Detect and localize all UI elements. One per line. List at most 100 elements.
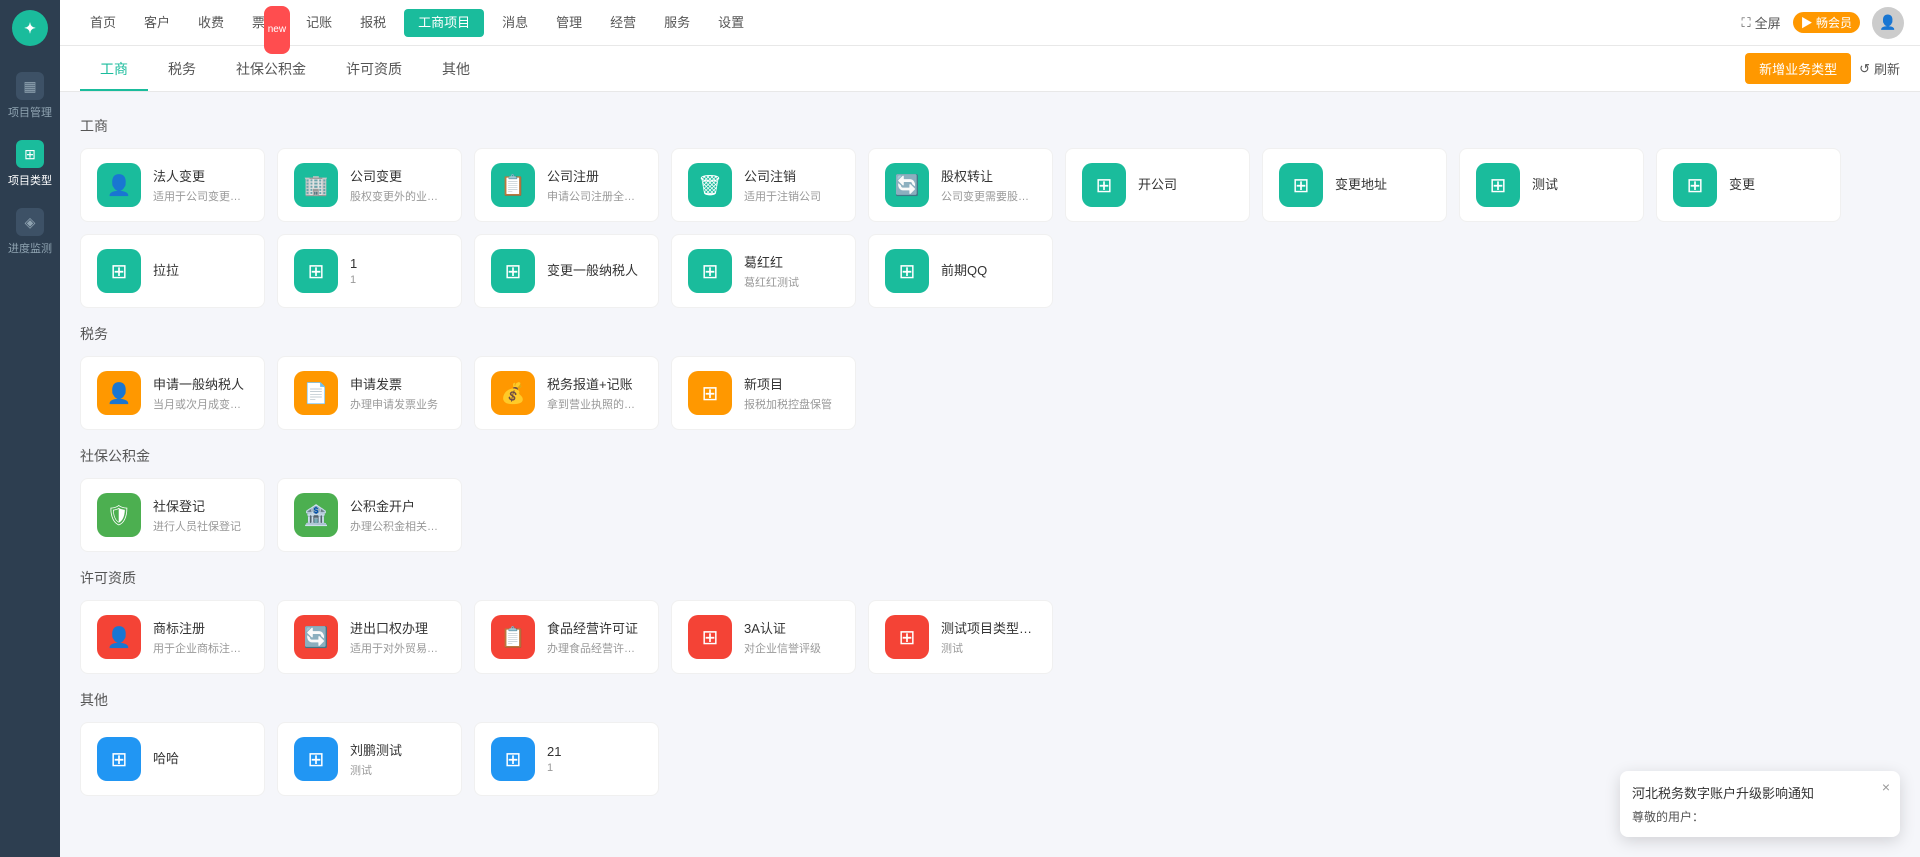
card-equity-transfer-desc: 公司变更需要股权转让 [941, 188, 1036, 204]
card-open-company-name: 开公司 [1138, 174, 1233, 193]
svg-text:✦: ✦ [24, 20, 36, 36]
card-lala[interactable]: ⊞ 拉拉 [80, 234, 265, 308]
nav-message[interactable]: 消息 [488, 0, 542, 46]
card-1[interactable]: ⊞ 1 1 [277, 234, 462, 308]
card-company-change-name: 公司变更 [350, 166, 445, 185]
card-fund-open-name: 公积金开户 [350, 496, 445, 515]
section-shebao: 社保公积金 🛡 社保登记 进行人员社保登记 🏦 公积金 [80, 446, 1900, 552]
user-avatar[interactable]: 👤 [1872, 7, 1904, 39]
card-equity-transfer[interactable]: 🔄 股权转让 公司变更需要股权转让 [868, 148, 1053, 222]
topnav-right: ⛶ 全屏 ▶ 畅会员 👤 [1742, 7, 1905, 39]
card-food-permit-desc: 办理食品经营许可证 [547, 640, 642, 656]
nav-operation[interactable]: 经营 [596, 0, 650, 46]
card-test[interactable]: ⊞ 测试 [1459, 148, 1644, 222]
page-content: 工商 👤 法人变更 适用于公司变更法人 🏢 公司变更 [60, 92, 1920, 857]
nav-bizproject[interactable]: 工商项目 [404, 9, 484, 37]
sidebar-item-project-manage[interactable]: ▦ 项目管理 [0, 62, 60, 130]
card-equity-transfer-name: 股权转让 [941, 166, 1036, 185]
topnav: 首页 客户 收费 票据 new 记账 报税 工商项目 消息 管理 经营 服务 设… [60, 0, 1920, 46]
card-company-cancel[interactable]: 🗑 公司注销 适用于注销公司 [671, 148, 856, 222]
card-lala-name: 拉拉 [153, 260, 248, 279]
card-1-desc: 1 [350, 274, 445, 286]
nav-home[interactable]: 首页 [76, 0, 130, 46]
sidebar-item-project-type[interactable]: ⊞ 项目类型 [0, 130, 60, 198]
tab-shuiwu[interactable]: 税务 [148, 47, 216, 91]
nav-service[interactable]: 服务 [650, 0, 704, 46]
card-apply-taxpayer-icon: 👤 [97, 371, 141, 415]
card-legal-change-icon: 👤 [97, 163, 141, 207]
card-company-register[interactable]: 📋 公司注册 申请公司注册全流程 [474, 148, 659, 222]
card-3a-icon: ⊞ [688, 615, 732, 659]
card-company-change-desc: 股权变更外的业务变更 [350, 188, 445, 204]
card-liupeng-test[interactable]: ⊞ 刘鹏测试 测试 [277, 722, 462, 796]
section-xuke: 许可资质 👤 商标注册 用于企业商标注册服务 🔄 进出 [80, 568, 1900, 674]
sidebar-logo: ✦ [12, 10, 48, 46]
nav-account[interactable]: 记账 [292, 0, 346, 46]
card-prev-qq-name: 前期QQ [941, 260, 1036, 279]
nav-manage[interactable]: 管理 [542, 0, 596, 46]
card-mohonghong[interactable]: ⊞ 葛红红 葛红红测试 [671, 234, 856, 308]
notification-close-button[interactable]: × [1882, 779, 1890, 795]
nav-billing[interactable]: 收费 [184, 0, 238, 46]
card-3a[interactable]: ⊞ 3A认证 对企业信誉评级 [671, 600, 856, 674]
card-import-export-name: 进出口权办理 [350, 618, 445, 637]
tab-xuke[interactable]: 许可资质 [326, 47, 422, 91]
card-change-address[interactable]: ⊞ 变更地址 [1262, 148, 1447, 222]
notification-popup: × 河北税务数字账户升级影响通知 尊敬的用户： [1620, 771, 1900, 837]
card-import-export[interactable]: 🔄 进出口权办理 适用于对外贸易经营者 [277, 600, 462, 674]
card-apply-taxpayer-desc: 当月或次月成变更完成 [153, 396, 248, 412]
tab-gongshang[interactable]: 工商 [80, 47, 148, 91]
card-tax-report[interactable]: 💰 税务报道+记账 拿到营业执照的新公司 [474, 356, 659, 430]
card-1-name: 1 [350, 256, 445, 271]
card-company-change[interactable]: 🏢 公司变更 股权变更外的业务变更 [277, 148, 462, 222]
card-new-project[interactable]: ⊞ 新项目 报税加税控盘保管 [671, 356, 856, 430]
refresh-button[interactable]: ↺ 刷新 [1859, 59, 1900, 78]
card-change-taxpayer[interactable]: ⊞ 变更一般纳税人 [474, 234, 659, 308]
card-test-type[interactable]: ⊞ 测试项目类型目定义 测试 [868, 600, 1053, 674]
nav-ticket[interactable]: 票据 new [238, 0, 292, 46]
card-legal-change[interactable]: 👤 法人变更 适用于公司变更法人 [80, 148, 265, 222]
card-3a-desc: 对企业信誉评级 [744, 640, 839, 656]
card-21[interactable]: ⊞ 21 1 [474, 722, 659, 796]
card-trademark-icon: 👤 [97, 615, 141, 659]
card-3a-name: 3A认证 [744, 618, 839, 637]
sidebar-item-progress-monitor[interactable]: ◈ 进度监测 [0, 198, 60, 266]
notification-content: 尊敬的用户： [1632, 808, 1888, 825]
card-company-change-icon: 🏢 [294, 163, 338, 207]
card-food-permit-icon: 📋 [491, 615, 535, 659]
card-apply-taxpayer[interactable]: 👤 申请一般纳税人 当月或次月成变更完成 [80, 356, 265, 430]
card-food-permit[interactable]: 📋 食品经营许可证 办理食品经营许可证 [474, 600, 659, 674]
nav-tax[interactable]: 报税 [346, 0, 400, 46]
card-liupeng-test-icon: ⊞ [294, 737, 338, 781]
card-open-company[interactable]: ⊞ 开公司 [1065, 148, 1250, 222]
section-title-gongshang: 工商 [80, 116, 1900, 136]
card-haha[interactable]: ⊞ 哈哈 [80, 722, 265, 796]
card-new-project-icon: ⊞ [688, 371, 732, 415]
card-apply-taxpayer-name: 申请一般纳税人 [153, 374, 248, 393]
card-prev-qq[interactable]: ⊞ 前期QQ [868, 234, 1053, 308]
card-trademark[interactable]: 👤 商标注册 用于企业商标注册服务 [80, 600, 265, 674]
card-1-icon: ⊞ [294, 249, 338, 293]
new-type-button[interactable]: 新增业务类型 [1745, 53, 1851, 84]
card-company-register-desc: 申请公司注册全流程 [547, 188, 642, 204]
section-title-other: 其他 [80, 690, 1900, 710]
card-apply-invoice[interactable]: 📄 申请发票 办理申请发票业务 [277, 356, 462, 430]
card-change-taxpayer-name: 变更一般纳税人 [547, 260, 642, 279]
vip-icon: ▶ [1801, 16, 1813, 30]
progress-monitor-icon: ◈ [16, 208, 44, 236]
card-test-icon: ⊞ [1476, 163, 1520, 207]
vip-btn[interactable]: ▶ 畅会员 [1793, 12, 1860, 33]
card-fund-open[interactable]: 🏦 公积金开户 办理公积金相关业务 [277, 478, 462, 552]
card-change-taxpayer-icon: ⊞ [491, 249, 535, 293]
section-title-shebao: 社保公积金 [80, 446, 1900, 466]
project-type-icon: ⊞ [16, 140, 44, 168]
nav-settings[interactable]: 设置 [704, 0, 758, 46]
fullscreen-btn[interactable]: ⛶ 全屏 [1742, 13, 1781, 32]
tab-other[interactable]: 其他 [422, 47, 490, 91]
card-mohonghong-desc: 葛红红测试 [744, 274, 839, 290]
tab-bar: 工商 税务 社保公积金 许可资质 其他 新增业务类型 ↺ 刷新 [60, 46, 1920, 92]
app-layout: ✦ ▦ 项目管理 ⊞ 项目类型 ◈ 进度监测 首页 客户 收费 票据 new 记… [0, 0, 1920, 857]
nav-client[interactable]: 客户 [130, 0, 184, 46]
card-social-register[interactable]: 🛡 社保登记 进行人员社保登记 [80, 478, 265, 552]
card-change[interactable]: ⊞ 变更 [1656, 148, 1841, 222]
